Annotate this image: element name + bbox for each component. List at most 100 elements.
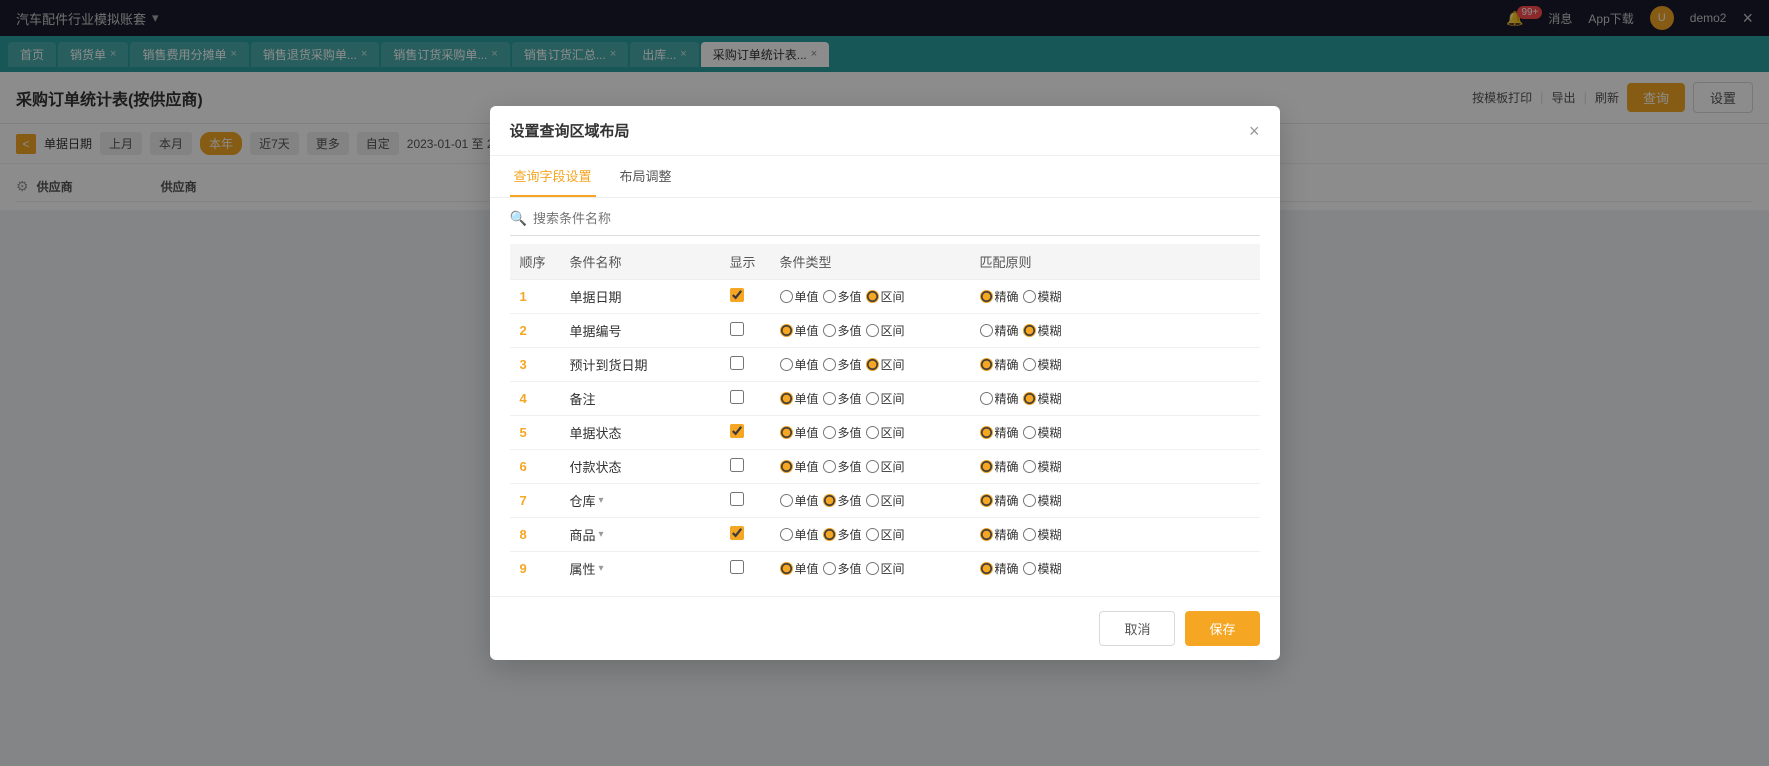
cond-type-multi-radio[interactable] xyxy=(823,392,836,405)
cond-type-multi-radio[interactable] xyxy=(823,426,836,439)
row-display-checkbox-cell[interactable] xyxy=(720,382,770,416)
row-display-checkbox-cell[interactable] xyxy=(720,484,770,518)
cond-type-single-label[interactable]: 单值 xyxy=(780,526,819,543)
match-fuzzy-label[interactable]: 模糊 xyxy=(1023,492,1062,509)
display-checkbox[interactable] xyxy=(730,424,744,438)
modal-close-button[interactable]: × xyxy=(1249,122,1260,140)
match-fuzzy-radio[interactable] xyxy=(1023,426,1036,439)
row-display-checkbox-cell[interactable] xyxy=(720,280,770,314)
display-checkbox[interactable] xyxy=(730,526,744,540)
match-exact-label[interactable]: 精确 xyxy=(980,288,1019,305)
match-fuzzy-label[interactable]: 模糊 xyxy=(1023,458,1062,475)
match-exact-label[interactable]: 精确 xyxy=(980,390,1019,407)
cond-type-multi-label[interactable]: 多值 xyxy=(823,424,862,441)
cond-type-single-radio[interactable] xyxy=(780,494,793,507)
cond-type-range-radio[interactable] xyxy=(866,290,879,303)
match-exact-radio[interactable] xyxy=(980,324,993,337)
display-checkbox[interactable] xyxy=(730,560,744,574)
match-exact-radio[interactable] xyxy=(980,358,993,371)
display-checkbox[interactable] xyxy=(730,390,744,404)
match-fuzzy-label[interactable]: 模糊 xyxy=(1023,322,1062,339)
cond-type-single-label[interactable]: 单值 xyxy=(780,492,819,509)
cond-type-single-radio[interactable] xyxy=(780,290,793,303)
match-exact-radio[interactable] xyxy=(980,392,993,405)
cond-type-single-radio[interactable] xyxy=(780,358,793,371)
match-fuzzy-radio[interactable] xyxy=(1023,324,1036,337)
cond-type-single-label[interactable]: 单值 xyxy=(780,424,819,441)
save-button[interactable]: 保存 xyxy=(1185,611,1259,646)
search-input[interactable] xyxy=(533,211,1260,226)
match-fuzzy-label[interactable]: 模糊 xyxy=(1023,356,1062,373)
match-fuzzy-radio[interactable] xyxy=(1023,358,1036,371)
match-exact-label[interactable]: 精确 xyxy=(980,492,1019,509)
cond-type-range-label[interactable]: 区间 xyxy=(866,560,905,577)
modal-tab-layout[interactable]: 布局调整 xyxy=(616,156,676,197)
cond-type-single-radio[interactable] xyxy=(780,324,793,337)
row-display-checkbox-cell[interactable] xyxy=(720,416,770,450)
row-display-checkbox-cell[interactable] xyxy=(720,450,770,484)
match-fuzzy-label[interactable]: 模糊 xyxy=(1023,424,1062,441)
cond-type-single-label[interactable]: 单值 xyxy=(780,288,819,305)
display-checkbox[interactable] xyxy=(730,356,744,370)
cond-type-single-radio[interactable] xyxy=(780,426,793,439)
cond-type-range-label[interactable]: 区间 xyxy=(866,288,905,305)
modal-tab-query-fields[interactable]: 查询字段设置 xyxy=(510,156,596,197)
match-exact-label[interactable]: 精确 xyxy=(980,458,1019,475)
row-display-checkbox-cell[interactable] xyxy=(720,314,770,348)
cond-type-range-label[interactable]: 区间 xyxy=(866,390,905,407)
match-fuzzy-radio[interactable] xyxy=(1023,562,1036,575)
cond-type-multi-label[interactable]: 多值 xyxy=(823,560,862,577)
cond-type-single-radio[interactable] xyxy=(780,528,793,541)
cond-type-multi-label[interactable]: 多值 xyxy=(823,288,862,305)
cond-type-multi-label[interactable]: 多值 xyxy=(823,322,862,339)
match-exact-radio[interactable] xyxy=(980,528,993,541)
cond-type-single-label[interactable]: 单值 xyxy=(780,458,819,475)
cond-type-multi-radio[interactable] xyxy=(823,358,836,371)
match-exact-radio[interactable] xyxy=(980,290,993,303)
match-exact-label[interactable]: 精确 xyxy=(980,560,1019,577)
cond-type-multi-radio[interactable] xyxy=(823,460,836,473)
cond-type-single-label[interactable]: 单值 xyxy=(780,356,819,373)
row-display-checkbox-cell[interactable] xyxy=(720,348,770,382)
cond-type-multi-radio[interactable] xyxy=(823,562,836,575)
match-exact-radio[interactable] xyxy=(980,460,993,473)
cond-type-range-label[interactable]: 区间 xyxy=(866,322,905,339)
match-exact-label[interactable]: 精确 xyxy=(980,526,1019,543)
cond-type-multi-radio[interactable] xyxy=(823,494,836,507)
cond-type-range-radio[interactable] xyxy=(866,324,879,337)
cond-type-range-label[interactable]: 区间 xyxy=(866,492,905,509)
cond-type-multi-label[interactable]: 多值 xyxy=(823,492,862,509)
match-fuzzy-radio[interactable] xyxy=(1023,392,1036,405)
cond-type-range-label[interactable]: 区间 xyxy=(866,356,905,373)
display-checkbox[interactable] xyxy=(730,322,744,336)
cond-type-range-radio[interactable] xyxy=(866,426,879,439)
cond-type-multi-radio[interactable] xyxy=(823,324,836,337)
cond-type-range-radio[interactable] xyxy=(866,460,879,473)
cond-type-range-radio[interactable] xyxy=(866,358,879,371)
cond-type-range-radio[interactable] xyxy=(866,494,879,507)
match-fuzzy-radio[interactable] xyxy=(1023,460,1036,473)
cond-type-multi-label[interactable]: 多值 xyxy=(823,458,862,475)
cond-type-range-label[interactable]: 区间 xyxy=(866,458,905,475)
match-fuzzy-label[interactable]: 模糊 xyxy=(1023,560,1062,577)
match-fuzzy-radio[interactable] xyxy=(1023,290,1036,303)
display-checkbox[interactable] xyxy=(730,492,744,506)
cond-type-range-label[interactable]: 区间 xyxy=(866,424,905,441)
cond-type-single-label[interactable]: 单值 xyxy=(780,390,819,407)
match-exact-radio[interactable] xyxy=(980,562,993,575)
cond-type-single-radio[interactable] xyxy=(780,460,793,473)
cond-type-range-radio[interactable] xyxy=(866,528,879,541)
match-fuzzy-label[interactable]: 模糊 xyxy=(1023,526,1062,543)
match-exact-radio[interactable] xyxy=(980,426,993,439)
match-fuzzy-label[interactable]: 模糊 xyxy=(1023,390,1062,407)
cond-type-multi-label[interactable]: 多值 xyxy=(823,390,862,407)
cond-type-range-radio[interactable] xyxy=(866,562,879,575)
display-checkbox[interactable] xyxy=(730,458,744,472)
match-exact-label[interactable]: 精确 xyxy=(980,356,1019,373)
display-checkbox[interactable] xyxy=(730,288,744,302)
cond-type-range-radio[interactable] xyxy=(866,392,879,405)
cancel-button[interactable]: 取消 xyxy=(1099,611,1175,646)
match-exact-label[interactable]: 精确 xyxy=(980,322,1019,339)
cond-type-multi-radio[interactable] xyxy=(823,528,836,541)
cond-type-multi-label[interactable]: 多值 xyxy=(823,356,862,373)
